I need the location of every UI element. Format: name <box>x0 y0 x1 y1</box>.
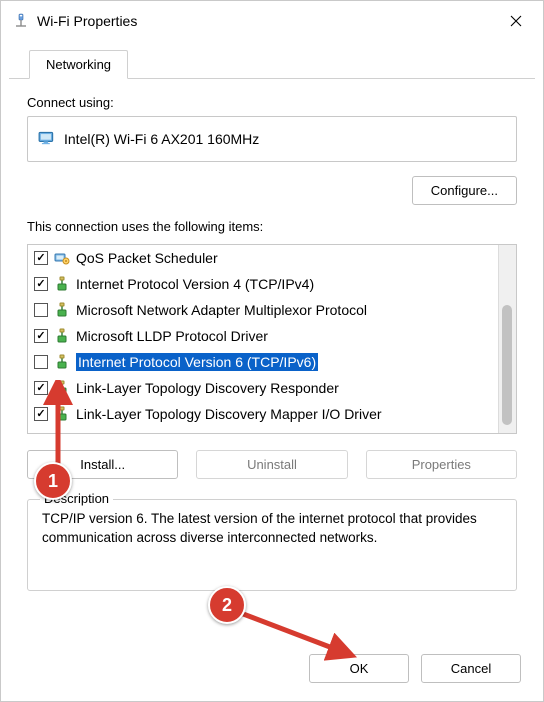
list-item-label: Link-Layer Topology Discovery Mapper I/O… <box>76 406 382 422</box>
tab-strip: Networking <box>9 41 535 79</box>
titlebar: Wi-Fi Properties <box>1 1 543 41</box>
configure-button[interactable]: Configure... <box>412 176 517 205</box>
annotation-marker-2: 2 <box>208 586 246 624</box>
ok-button[interactable]: OK <box>309 654 409 683</box>
adapter-icon <box>38 129 56 150</box>
list-item-label: Microsoft Network Adapter Multiplexor Pr… <box>76 302 367 318</box>
annotation-marker-1: 1 <box>34 462 72 500</box>
description-text: TCP/IP version 6. The latest version of … <box>42 510 502 548</box>
adapter-name: Intel(R) Wi-Fi 6 AX201 160MHz <box>64 131 259 147</box>
protocol-icon <box>54 302 70 318</box>
protocol-icon <box>54 276 70 292</box>
list-item-label: Link-Layer Topology Discovery Responder <box>76 380 339 396</box>
protocol-icon <box>54 380 70 396</box>
list-item[interactable]: Link-Layer Topology Discovery Mapper I/O… <box>34 401 498 427</box>
properties-button: Properties <box>366 450 517 479</box>
list-item[interactable]: QoS Packet Scheduler <box>34 245 498 271</box>
description-group: Description TCP/IP version 6. The latest… <box>27 499 517 591</box>
dialog-footer: OK Cancel <box>1 640 543 701</box>
connect-using-label: Connect using: <box>27 95 517 110</box>
cancel-button[interactable]: Cancel <box>421 654 521 683</box>
dialog-window: Wi-Fi Properties Networking Connect usin… <box>0 0 544 702</box>
checkbox[interactable] <box>34 251 48 265</box>
list-item-label: Microsoft LLDP Protocol Driver <box>76 328 268 344</box>
adapter-field: Intel(R) Wi-Fi 6 AX201 160MHz <box>27 116 517 162</box>
checkbox[interactable] <box>34 303 48 317</box>
protocol-icon <box>54 328 70 344</box>
checkbox[interactable] <box>34 277 48 291</box>
list-item[interactable]: Internet Protocol Version 4 (TCP/IPv4) <box>34 271 498 297</box>
scrollbar[interactable] <box>498 245 516 433</box>
items-listbox[interactable]: QoS Packet Scheduler Internet Protocol Ve… <box>27 244 517 434</box>
list-item[interactable]: Microsoft LLDP Protocol Driver <box>34 323 498 349</box>
checkbox[interactable] <box>34 329 48 343</box>
list-item-label: QoS Packet Scheduler <box>76 250 218 266</box>
service-icon <box>54 250 70 266</box>
protocol-icon <box>54 406 70 422</box>
window-title: Wi-Fi Properties <box>37 13 493 29</box>
dialog-body: Connect using: Intel(R) Wi-Fi 6 AX201 16… <box>1 79 543 640</box>
list-item[interactable]: Internet Protocol Version 6 (TCP/IPv6) <box>34 349 498 375</box>
items-label: This connection uses the following items… <box>27 219 517 234</box>
list-item-label: Internet Protocol Version 6 (TCP/IPv6) <box>76 353 318 371</box>
uninstall-button: Uninstall <box>196 450 347 479</box>
list-item-label: Internet Protocol Version 4 (TCP/IPv4) <box>76 276 314 292</box>
checkbox[interactable] <box>34 381 48 395</box>
tab-networking[interactable]: Networking <box>29 50 128 79</box>
protocol-icon <box>54 354 70 370</box>
checkbox[interactable] <box>34 355 48 369</box>
list-item[interactable]: Microsoft Network Adapter Multiplexor Pr… <box>34 297 498 323</box>
close-button[interactable] <box>493 1 539 41</box>
checkbox[interactable] <box>34 407 48 421</box>
app-icon <box>13 13 29 29</box>
scrollbar-thumb[interactable] <box>502 305 512 425</box>
list-item[interactable]: Link-Layer Topology Discovery Responder <box>34 375 498 401</box>
